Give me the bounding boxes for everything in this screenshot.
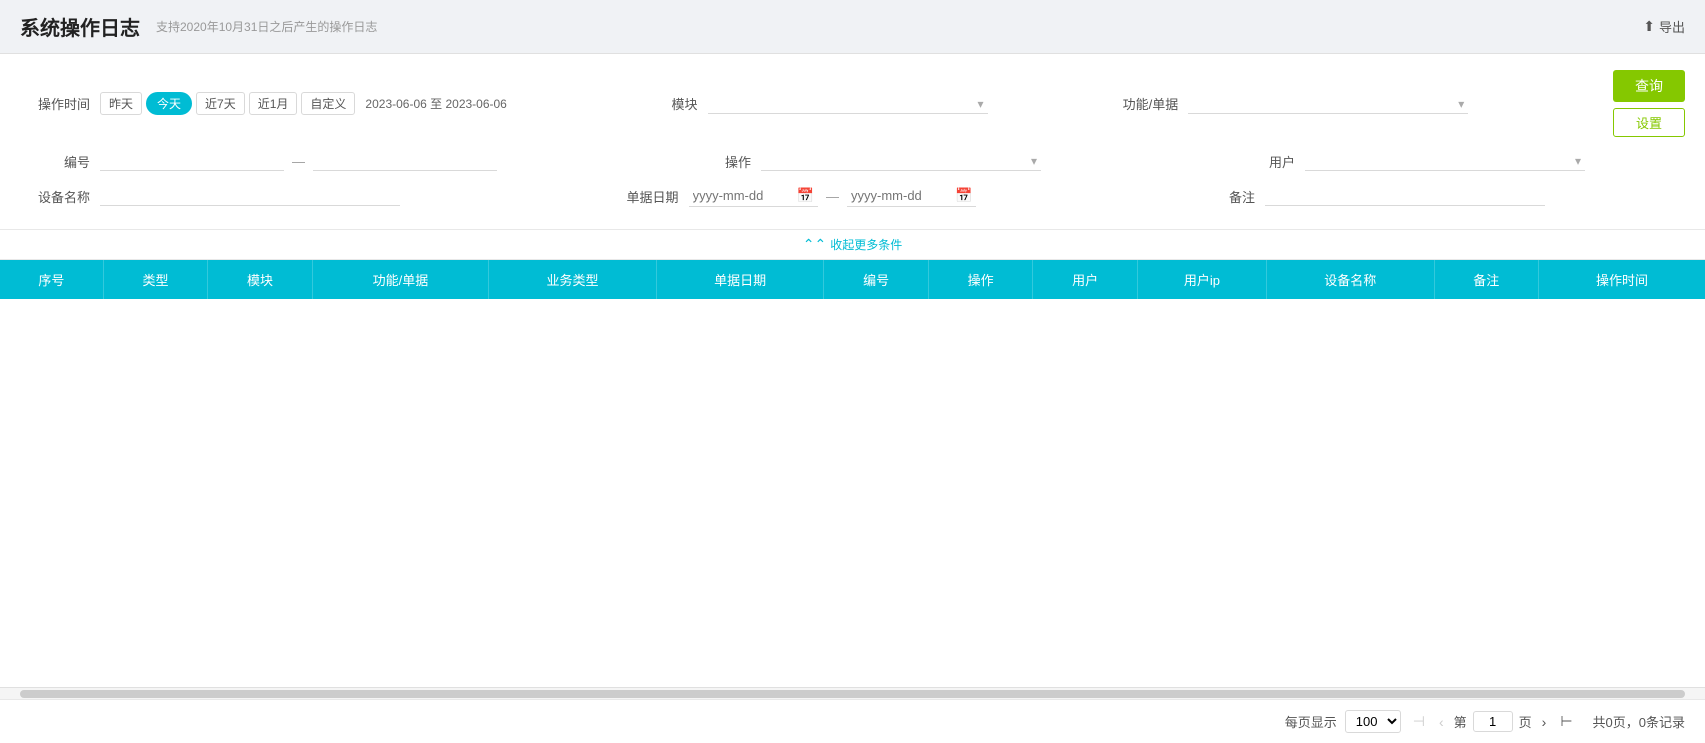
action-buttons: 查询 设置: [1613, 70, 1685, 137]
settings-button[interactable]: 设置: [1613, 108, 1685, 137]
remark-input[interactable]: [1265, 186, 1545, 206]
filter-row-1: 操作时间 昨天 今天 近7天 近1月 自定义 2023-06-06 至 2023…: [20, 70, 1685, 137]
col-op-time: 操作时间: [1539, 260, 1705, 299]
operation-label: 操作: [681, 152, 751, 171]
col-user: 用户: [1033, 260, 1137, 299]
device-input[interactable]: [100, 186, 400, 206]
user-select[interactable]: [1305, 151, 1585, 171]
table-header: 序号 类型 模块 功能/单据 业务类型 单据日期 编号 操作 用户 用户ip 设…: [0, 260, 1705, 299]
pagination: ⊣ ‹ 第 页 › ⊢: [1409, 711, 1577, 732]
calendar-start-icon[interactable]: 📅: [797, 187, 814, 204]
col-operation: 操作: [928, 260, 1032, 299]
total-text: 共0页，0条记录: [1593, 712, 1685, 731]
time-label: 操作时间: [20, 94, 90, 113]
prev-page-button[interactable]: ‹: [1435, 712, 1448, 732]
per-page-label: 每页显示: [1285, 712, 1337, 731]
table-container: 序号 类型 模块 功能/单据 业务类型 单据日期 编号 操作 用户 用户ip 设…: [0, 260, 1705, 687]
operation-select[interactable]: [761, 151, 1041, 171]
calendar-end-icon[interactable]: 📅: [955, 187, 972, 204]
date-label: 单据日期: [609, 187, 679, 206]
time-filter-group: 昨天 今天 近7天 近1月 自定义 2023-06-06 至 2023-06-0…: [100, 92, 507, 115]
export-label: 导出: [1659, 17, 1685, 36]
col-module: 模块: [208, 260, 312, 299]
user-select-wrapper: ▾: [1305, 151, 1585, 171]
time-btn-yesterday[interactable]: 昨天: [100, 92, 142, 115]
code-end-input[interactable]: [313, 151, 497, 171]
collapse-bar[interactable]: ⌃⌃ 收起更多条件: [0, 230, 1705, 260]
data-table: 序号 类型 模块 功能/单据 业务类型 单据日期 编号 操作 用户 用户ip 设…: [0, 260, 1705, 299]
time-range-display: 2023-06-06 至 2023-06-06: [365, 95, 506, 112]
scrollbar-thumb: [20, 690, 1685, 698]
code-label: 编号: [20, 152, 90, 171]
code-start-input[interactable]: [100, 151, 284, 171]
page-number-input[interactable]: [1473, 711, 1513, 732]
function-label: 功能/单据: [1108, 94, 1178, 113]
module-select-wrapper: ▾: [708, 94, 988, 114]
export-icon: ⬆: [1643, 18, 1655, 35]
col-biztype: 业务类型: [489, 260, 657, 299]
module-select[interactable]: [708, 94, 988, 114]
col-seq: 序号: [0, 260, 103, 299]
date-end-input[interactable]: [851, 188, 951, 203]
page-unit: 页: [1519, 712, 1532, 731]
page-title: 系统操作日志: [20, 12, 140, 41]
next-page-button[interactable]: ›: [1538, 712, 1551, 732]
date-end-wrapper: 📅: [847, 185, 976, 207]
collapse-chevron-icon: ⌃⌃: [803, 236, 826, 253]
query-button[interactable]: 查询: [1613, 70, 1685, 102]
time-btn-last7[interactable]: 近7天: [196, 92, 245, 115]
function-select[interactable]: [1188, 94, 1468, 114]
scrollbar-area[interactable]: [0, 687, 1705, 699]
page-word: 第: [1454, 712, 1467, 731]
date-start-wrapper: 📅: [689, 185, 818, 207]
bottom-bar: 每页显示 100 50 200 ⊣ ‹ 第 页 › ⊢ 共0页，0条记录: [0, 699, 1705, 743]
last-page-button[interactable]: ⊢: [1556, 711, 1576, 732]
time-btn-custom[interactable]: 自定义: [301, 92, 355, 115]
filter-row-3: 设备名称 单据日期 📅 — 📅 备注: [20, 185, 1685, 207]
col-function: 功能/单据: [312, 260, 488, 299]
user-label: 用户: [1225, 152, 1295, 171]
filter-panel: 操作时间 昨天 今天 近7天 近1月 自定义 2023-06-06 至 2023…: [0, 54, 1705, 230]
col-remark: 备注: [1434, 260, 1538, 299]
device-label: 设备名称: [20, 187, 90, 206]
col-code: 编号: [824, 260, 928, 299]
per-page-select[interactable]: 100 50 200: [1345, 710, 1401, 733]
operation-select-wrapper: ▾: [761, 151, 1041, 171]
table-header-row: 序号 类型 模块 功能/单据 业务类型 单据日期 编号 操作 用户 用户ip 设…: [0, 260, 1705, 299]
time-btn-today[interactable]: 今天: [146, 92, 192, 115]
date-range-sep: —: [826, 189, 839, 204]
module-label: 模块: [628, 94, 698, 113]
collapse-label: ⌃⌃ 收起更多条件: [803, 236, 902, 253]
first-page-button[interactable]: ⊣: [1409, 711, 1429, 732]
filter-row-2: 编号 — 操作 ▾ 用户 ▾: [20, 151, 1685, 171]
function-select-wrapper: ▾: [1188, 94, 1468, 114]
date-start-input[interactable]: [693, 188, 793, 203]
page-header: 系统操作日志 支持2020年10月31日之后产生的操作日志 ⬆ 导出: [0, 0, 1705, 54]
col-date: 单据日期: [656, 260, 824, 299]
col-ip: 用户ip: [1137, 260, 1266, 299]
time-btn-last1month[interactable]: 近1月: [249, 92, 298, 115]
export-button[interactable]: ⬆ 导出: [1643, 17, 1685, 36]
code-range-sep: —: [292, 154, 305, 169]
header-actions: ⬆ 导出: [1643, 17, 1685, 36]
page-subtitle: 支持2020年10月31日之后产生的操作日志: [156, 18, 377, 35]
remark-label: 备注: [1185, 187, 1255, 206]
col-device: 设备名称: [1266, 260, 1434, 299]
col-type: 类型: [103, 260, 207, 299]
